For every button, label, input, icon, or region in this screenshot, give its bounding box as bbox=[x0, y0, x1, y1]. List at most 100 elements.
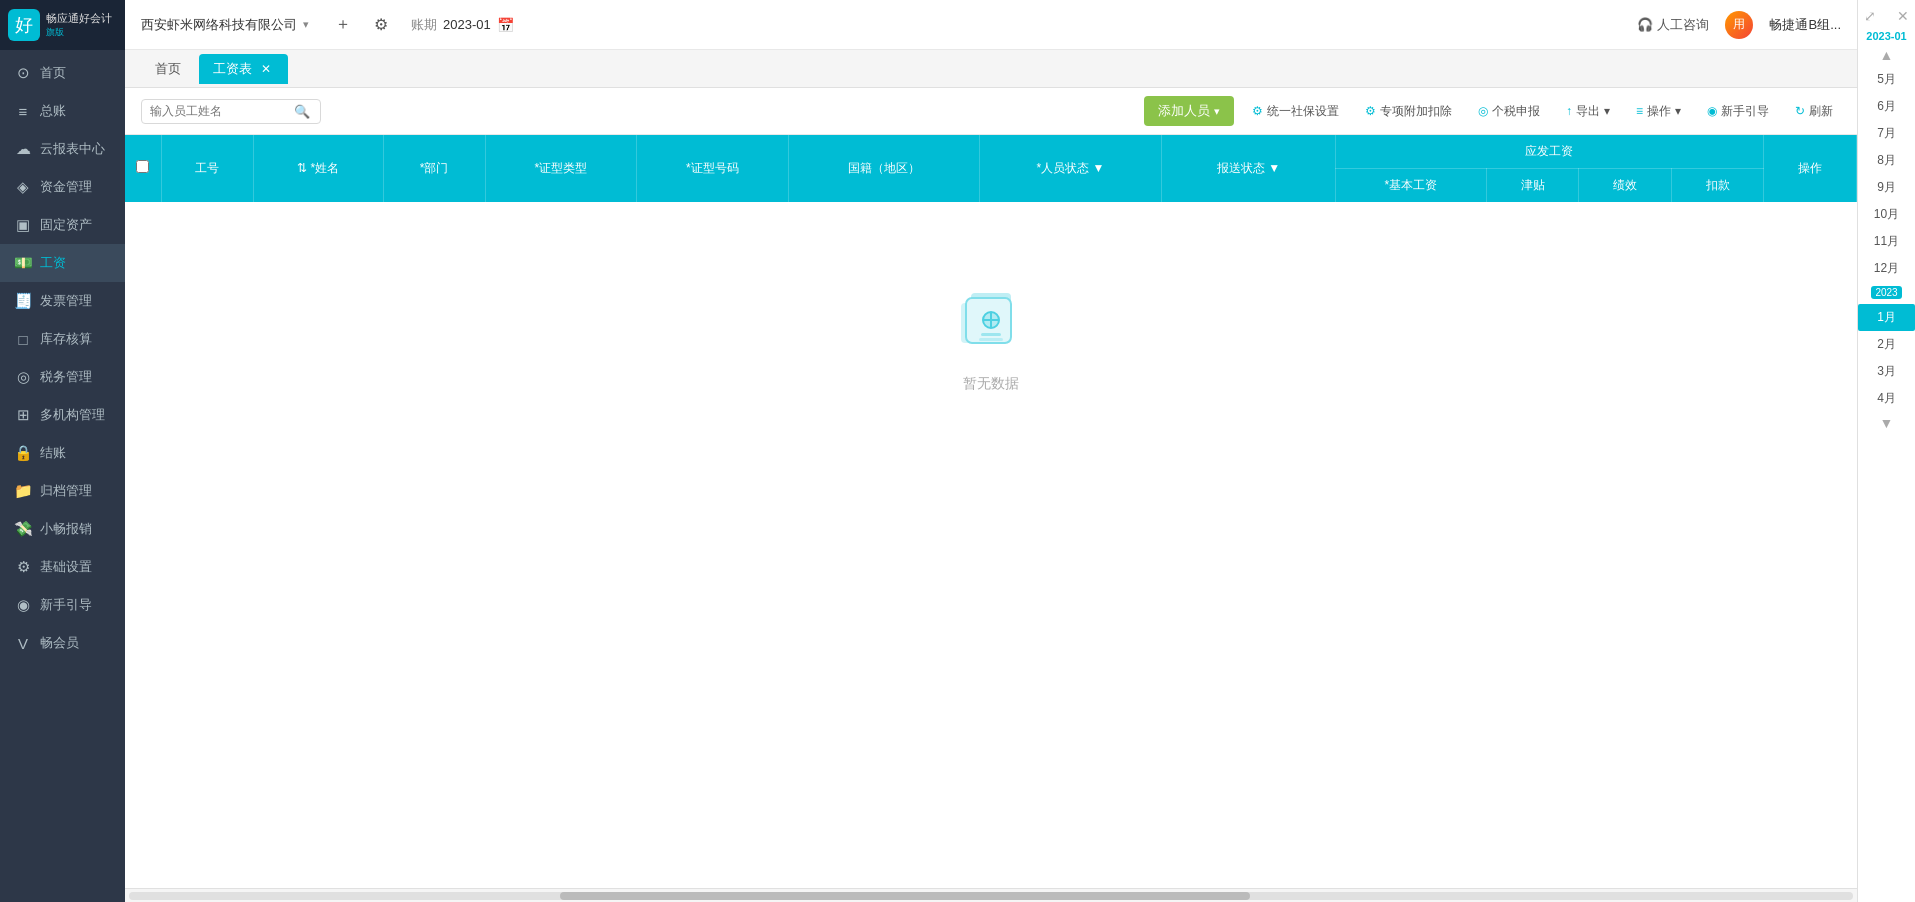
calendar-prev-button[interactable]: ▲ bbox=[1876, 44, 1898, 66]
salary-icon: 💵 bbox=[14, 254, 32, 272]
tax-label: 个税申报 bbox=[1492, 103, 1540, 120]
sidebar-item-label: 云报表中心 bbox=[40, 140, 105, 158]
calendar-month-3[interactable]: 3月 bbox=[1858, 358, 1915, 385]
sidebar-item-salary[interactable]: 💵 工资 bbox=[0, 244, 125, 282]
multi-icon: ⊞ bbox=[14, 406, 32, 424]
empty-text: 暂无数据 bbox=[963, 375, 1019, 393]
calendar-icon[interactable]: 📅 bbox=[497, 17, 514, 33]
calendar-month-10[interactable]: 10月 bbox=[1858, 201, 1915, 228]
user-name[interactable]: 畅捷通B组... bbox=[1769, 16, 1841, 34]
app-logo: 好 畅应通好会计 旗版 bbox=[0, 0, 125, 50]
sidebar-item-label: 多机构管理 bbox=[40, 406, 105, 424]
operate-button[interactable]: ≡ 操作 ▾ bbox=[1628, 99, 1689, 124]
add-company-button[interactable]: ＋ bbox=[329, 11, 357, 39]
add-person-label: 添加人员 bbox=[1158, 102, 1210, 120]
headset-icon: 🎧 bbox=[1637, 17, 1653, 32]
th-status[interactable]: *人员状态 ▼ bbox=[979, 135, 1162, 202]
cloud-icon: ☁ bbox=[14, 140, 32, 158]
add-person-button[interactable]: 添加人员 ▾ bbox=[1144, 96, 1234, 126]
calendar-month-9[interactable]: 9月 bbox=[1858, 174, 1915, 201]
toolbar: 🔍 添加人员 ▾ ⚙ 统一社保设置 ⚙ 专项附加扣除 ◎ 个税申报 ↑ 导出 ▾… bbox=[125, 88, 1857, 135]
th-checkbox[interactable] bbox=[125, 135, 161, 202]
member-icon: V bbox=[14, 635, 32, 652]
panel-close-icon[interactable]: ✕ bbox=[1897, 8, 1909, 24]
calendar-month-11[interactable]: 11月 bbox=[1858, 228, 1915, 255]
company-selector[interactable]: 西安虾米网络科技有限公司 ▾ bbox=[141, 16, 309, 34]
account-period: 账期 2023-01 📅 bbox=[411, 16, 514, 34]
sidebar-item-label: 结账 bbox=[40, 444, 66, 462]
calendar-month-12[interactable]: 12月 bbox=[1858, 255, 1915, 282]
sidebar-item-asset[interactable]: ▣ 固定资产 bbox=[0, 206, 125, 244]
th-allowance: 津贴 bbox=[1486, 169, 1579, 203]
support-button[interactable]: 🎧 人工咨询 bbox=[1637, 16, 1709, 34]
chevron-down-icon: ▾ bbox=[1604, 104, 1610, 118]
export-button[interactable]: ↑ 导出 ▾ bbox=[1558, 99, 1618, 124]
sidebar-item-label: 基础设置 bbox=[40, 558, 92, 576]
svg-rect-7 bbox=[979, 338, 1003, 341]
guide-button[interactable]: ◉ 新手引导 bbox=[1699, 99, 1777, 124]
calendar-month-6[interactable]: 6月 bbox=[1858, 93, 1915, 120]
right-panel: ⤢ ✕ 2023-01 ▲ 5月 6月 7月 8月 9月 10月 11月 12月… bbox=[1857, 0, 1915, 902]
sidebar-item-label: 小畅报销 bbox=[40, 520, 92, 538]
tab-bar: 首页 工资表 ✕ bbox=[125, 50, 1857, 88]
sidebar-item-archive[interactable]: 📁 归档管理 bbox=[0, 472, 125, 510]
sidebar-item-label: 畅会员 bbox=[40, 634, 79, 652]
archive-icon: 📁 bbox=[14, 482, 32, 500]
calendar-month-8[interactable]: 8月 bbox=[1858, 147, 1915, 174]
scrollbar-thumb[interactable] bbox=[560, 892, 1250, 900]
refresh-button[interactable]: ↻ 刷新 bbox=[1787, 99, 1841, 124]
sidebar-item-member[interactable]: V 畅会员 bbox=[0, 624, 125, 662]
tab-close-icon[interactable]: ✕ bbox=[258, 61, 274, 77]
year-badge: 2023 bbox=[1871, 286, 1901, 299]
scrollbar-track bbox=[129, 892, 1853, 900]
sidebar-item-fund[interactable]: ◈ 资金管理 bbox=[0, 168, 125, 206]
th-dept: *部门 bbox=[383, 135, 485, 202]
tab-home[interactable]: 首页 bbox=[141, 54, 195, 84]
sidebar-item-close[interactable]: 🔒 结账 bbox=[0, 434, 125, 472]
top-header: 西安虾米网络科技有限公司 ▾ ＋ ⚙ 账期 2023-01 📅 🎧 人工咨询 用… bbox=[125, 0, 1857, 50]
sidebar-item-tax[interactable]: ◎ 税务管理 bbox=[0, 358, 125, 396]
calendar-month-1[interactable]: 1月 bbox=[1858, 304, 1915, 331]
bottom-scrollbar[interactable] bbox=[125, 888, 1857, 902]
select-all-checkbox[interactable] bbox=[136, 160, 149, 173]
sidebar-item-invoice[interactable]: 🧾 发票管理 bbox=[0, 282, 125, 320]
tab-home-label: 首页 bbox=[155, 60, 181, 78]
tax-report-button[interactable]: ◎ 个税申报 bbox=[1470, 99, 1548, 124]
salary-table: 工号 ⇅ *姓名 *部门 *证型类型 *证型号码 国籍（地区） *人员状态 ▼ … bbox=[125, 135, 1857, 473]
search-input[interactable] bbox=[150, 104, 290, 118]
sidebar-item-expense[interactable]: 💸 小畅报销 bbox=[0, 510, 125, 548]
guide-icon: ◉ bbox=[14, 596, 32, 614]
ledger-icon: ≡ bbox=[14, 103, 32, 120]
close-lock-icon: 🔒 bbox=[14, 444, 32, 462]
special-deduct-button[interactable]: ⚙ 专项附加扣除 bbox=[1357, 99, 1460, 124]
panel-expand-icon[interactable]: ⤢ bbox=[1864, 8, 1876, 24]
th-name[interactable]: ⇅ *姓名 bbox=[254, 135, 384, 202]
th-performance: 绩效 bbox=[1579, 169, 1672, 203]
sidebar-item-home[interactable]: ⊙ 首页 bbox=[0, 54, 125, 92]
tab-salary[interactable]: 工资表 ✕ bbox=[199, 54, 288, 84]
sidebar-nav: ⊙ 首页 ≡ 总账 ☁ 云报表中心 ◈ 资金管理 ▣ 固定资产 💵 工资 🧾 发… bbox=[0, 50, 125, 902]
operate-icon: ≡ bbox=[1636, 104, 1643, 118]
sidebar-item-multi[interactable]: ⊞ 多机构管理 bbox=[0, 396, 125, 434]
sidebar-item-cloud[interactable]: ☁ 云报表中心 bbox=[0, 130, 125, 168]
empty-icon bbox=[951, 283, 1031, 363]
refresh-icon: ↻ bbox=[1795, 104, 1805, 118]
settings-button[interactable]: ⚙ bbox=[367, 11, 395, 39]
sidebar-item-ledger[interactable]: ≡ 总账 bbox=[0, 92, 125, 130]
logo-icon: 好 bbox=[8, 9, 40, 41]
calendar-month-7[interactable]: 7月 bbox=[1858, 120, 1915, 147]
calendar-month-2[interactable]: 2月 bbox=[1858, 331, 1915, 358]
period-value: 2023-01 bbox=[443, 17, 491, 32]
calendar-next-button[interactable]: ▼ bbox=[1876, 412, 1898, 434]
home-icon: ⊙ bbox=[14, 64, 32, 82]
calendar-month-5[interactable]: 5月 bbox=[1858, 66, 1915, 93]
expense-icon: 💸 bbox=[14, 520, 32, 538]
export-label: 导出 bbox=[1576, 103, 1600, 120]
calendar-month-4[interactable]: 4月 bbox=[1858, 385, 1915, 412]
th-report-status[interactable]: 报送状态 ▼ bbox=[1162, 135, 1335, 202]
sidebar-item-settings[interactable]: ⚙ 基础设置 bbox=[0, 548, 125, 586]
sidebar-item-guide[interactable]: ◉ 新手引导 bbox=[0, 586, 125, 624]
sidebar-item-inventory[interactable]: □ 库存核算 bbox=[0, 320, 125, 358]
social-settings-button[interactable]: ⚙ 统一社保设置 bbox=[1244, 99, 1347, 124]
svg-rect-6 bbox=[981, 333, 1001, 336]
